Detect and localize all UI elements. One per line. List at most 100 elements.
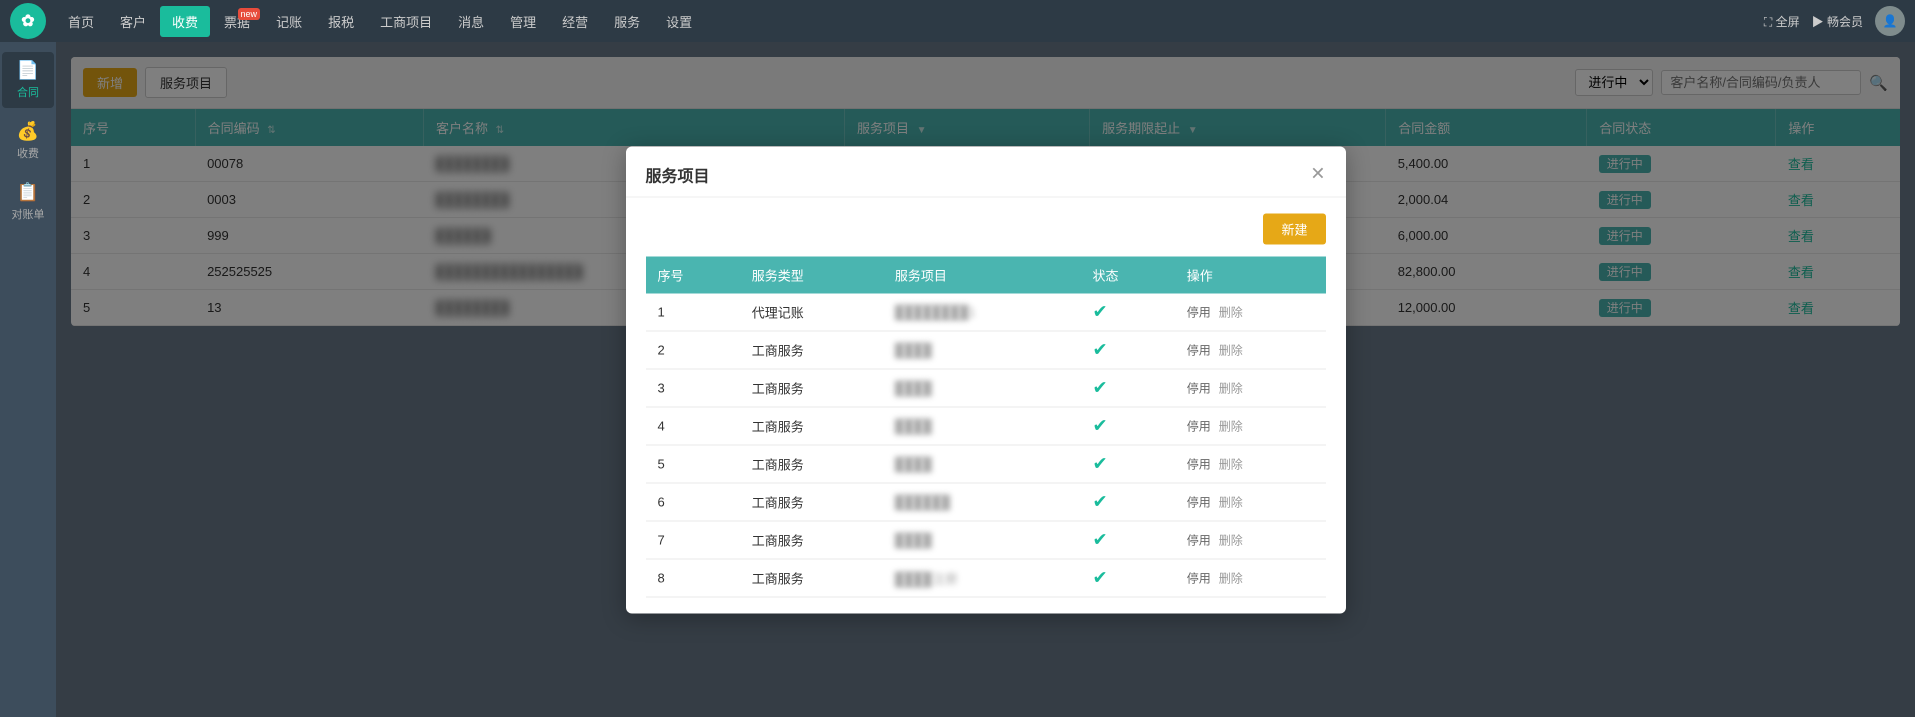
- dialog-cell-status: ✔: [1081, 293, 1175, 331]
- stop-button[interactable]: 停用: [1187, 381, 1211, 395]
- dialog-toolbar: 新建: [646, 213, 1326, 244]
- left-sidebar: 📄 合同 💰 收费 📋 对账单: [0, 42, 56, 717]
- new-service-button[interactable]: 新建: [1263, 213, 1325, 244]
- dialog-cell-item: ████: [883, 369, 1081, 407]
- service-dialog: 服务项目 ✕ 新建 序号 服务类型 服务项目 状态 操作: [626, 146, 1346, 613]
- dialog-cell-ops[interactable]: 停用删除: [1175, 445, 1326, 483]
- dialog-cell-status: ✔: [1081, 331, 1175, 369]
- dialog-close-button[interactable]: ✕: [1310, 164, 1325, 185]
- dialog-table-row: 2工商服务████✔停用删除: [646, 331, 1326, 369]
- dialog-cell-type: 工商服务: [740, 483, 883, 521]
- nav-home[interactable]: 首页: [56, 6, 106, 37]
- dialog-table-row: 7工商服务████✔停用删除: [646, 521, 1326, 559]
- dialog-cell-status: ✔: [1081, 483, 1175, 521]
- dialog-table-row: 1代理记账████████1✔停用删除: [646, 293, 1326, 331]
- dialog-table-row: 6工商服务██████✔停用删除: [646, 483, 1326, 521]
- nav-message[interactable]: 消息: [446, 6, 496, 37]
- stop-button[interactable]: 停用: [1187, 571, 1211, 585]
- nav-business[interactable]: 工商项目: [368, 6, 444, 37]
- contract-icon: 📄: [17, 60, 39, 81]
- dialog-cell-type: 工商服务: [740, 407, 883, 445]
- dialog-table-row: 3工商服务████✔停用删除: [646, 369, 1326, 407]
- member-action[interactable]: ▶ 畅会员: [1812, 13, 1863, 30]
- dialog-title: 服务项目: [646, 162, 710, 186]
- fullscreen-action[interactable]: ⛶ 全屏: [1764, 13, 1800, 30]
- stop-button[interactable]: 停用: [1187, 305, 1211, 319]
- nav-manage[interactable]: 管理: [498, 6, 548, 37]
- dialog-col-seq: 序号: [646, 256, 740, 293]
- main-layout: 📄 合同 💰 收费 📋 对账单 新增 服务项目 进行中 已结束 全部: [0, 42, 1915, 717]
- delete-button[interactable]: 删除: [1219, 419, 1243, 433]
- service-table: 序号 服务类型 服务项目 状态 操作 1代理记账████████1✔停用删除2工…: [646, 256, 1326, 597]
- dialog-cell-ops[interactable]: 停用删除: [1175, 369, 1326, 407]
- delete-button[interactable]: 删除: [1219, 495, 1243, 509]
- sidebar-item-contract[interactable]: 📄 合同: [2, 52, 54, 108]
- delete-button[interactable]: 删除: [1219, 305, 1243, 319]
- delete-button[interactable]: 删除: [1219, 343, 1243, 357]
- dialog-cell-seq: 2: [646, 331, 740, 369]
- billing-icon: 💰: [17, 121, 39, 142]
- nav-invoice[interactable]: 票据 new: [212, 6, 262, 37]
- dialog-cell-item: ████: [883, 521, 1081, 559]
- dialog-table-row: 4工商服务████✔停用删除: [646, 407, 1326, 445]
- stop-button[interactable]: 停用: [1187, 533, 1211, 547]
- nav-billing[interactable]: 收费: [160, 6, 210, 37]
- dialog-cell-seq: 3: [646, 369, 740, 407]
- delete-button[interactable]: 删除: [1219, 533, 1243, 547]
- dialog-cell-seq: 5: [646, 445, 740, 483]
- dialog-cell-item: ████: [883, 407, 1081, 445]
- statement-icon: 📋: [17, 182, 39, 203]
- dialog-cell-ops[interactable]: 停用删除: [1175, 521, 1326, 559]
- dialog-cell-type: 工商服务: [740, 331, 883, 369]
- dialog-cell-seq: 4: [646, 407, 740, 445]
- dialog-cell-ops[interactable]: 停用删除: [1175, 407, 1326, 445]
- stop-button[interactable]: 停用: [1187, 343, 1211, 357]
- dialog-col-status: 状态: [1081, 256, 1175, 293]
- dialog-cell-ops[interactable]: 停用删除: [1175, 483, 1326, 521]
- dialog-cell-status: ✔: [1081, 407, 1175, 445]
- sidebar-label-statement: 对账单: [12, 206, 45, 222]
- nav-settings[interactable]: 设置: [654, 6, 704, 37]
- content-area: 新增 服务项目 进行中 已结束 全部 🔍 序号 合同编码: [56, 42, 1915, 717]
- dialog-cell-item: ██████: [883, 483, 1081, 521]
- dialog-cell-ops[interactable]: 停用删除: [1175, 559, 1326, 597]
- app-logo: ✿: [10, 3, 46, 39]
- sidebar-item-statement[interactable]: 📋 对账单: [2, 174, 54, 230]
- dialog-cell-seq: 6: [646, 483, 740, 521]
- sidebar-item-billing[interactable]: 💰 收费: [2, 113, 54, 169]
- sidebar-label-contract: 合同: [17, 84, 39, 100]
- top-nav: ✿ 首页 客户 收费 票据 new 记账 报税 工商项目 消息 管理 经营 服务…: [0, 0, 1915, 42]
- dialog-cell-ops[interactable]: 停用删除: [1175, 331, 1326, 369]
- delete-button[interactable]: 删除: [1219, 571, 1243, 585]
- dialog-cell-seq: 7: [646, 521, 740, 559]
- user-avatar[interactable]: 👤: [1875, 6, 1905, 36]
- nav-tax[interactable]: 报税: [316, 6, 366, 37]
- nav-service[interactable]: 服务: [602, 6, 652, 37]
- delete-button[interactable]: 删除: [1219, 381, 1243, 395]
- dialog-cell-status: ✔: [1081, 445, 1175, 483]
- stop-button[interactable]: 停用: [1187, 495, 1211, 509]
- dialog-cell-type: 工商服务: [740, 369, 883, 407]
- nav-bookkeep[interactable]: 记账: [264, 6, 314, 37]
- dialog-body: 新建 序号 服务类型 服务项目 状态 操作 1代理记账████████1✔停用删…: [626, 197, 1346, 613]
- dialog-cell-status: ✔: [1081, 559, 1175, 597]
- dialog-table-row: 5工商服务████✔停用删除: [646, 445, 1326, 483]
- delete-button[interactable]: 删除: [1219, 457, 1243, 471]
- stop-button[interactable]: 停用: [1187, 419, 1211, 433]
- stop-button[interactable]: 停用: [1187, 457, 1211, 471]
- dialog-cell-ops[interactable]: 停用删除: [1175, 293, 1326, 331]
- dialog-cell-status: ✔: [1081, 369, 1175, 407]
- dialog-cell-item: ████████1: [883, 293, 1081, 331]
- dialog-cell-type: 工商服务: [740, 559, 883, 597]
- dialog-col-type: 服务类型: [740, 256, 883, 293]
- dialog-cell-seq: 1: [646, 293, 740, 331]
- dialog-header: 服务项目 ✕: [626, 146, 1346, 197]
- dialog-cell-status: ✔: [1081, 521, 1175, 559]
- nav-customer[interactable]: 客户: [108, 6, 158, 37]
- dialog-cell-type: 工商服务: [740, 521, 883, 559]
- dialog-table-row: 8工商服务████注册✔停用删除: [646, 559, 1326, 597]
- sidebar-label-billing: 收费: [17, 145, 39, 161]
- dialog-cell-seq: 8: [646, 559, 740, 597]
- dialog-cell-type: 代理记账: [740, 293, 883, 331]
- nav-operate[interactable]: 经营: [550, 6, 600, 37]
